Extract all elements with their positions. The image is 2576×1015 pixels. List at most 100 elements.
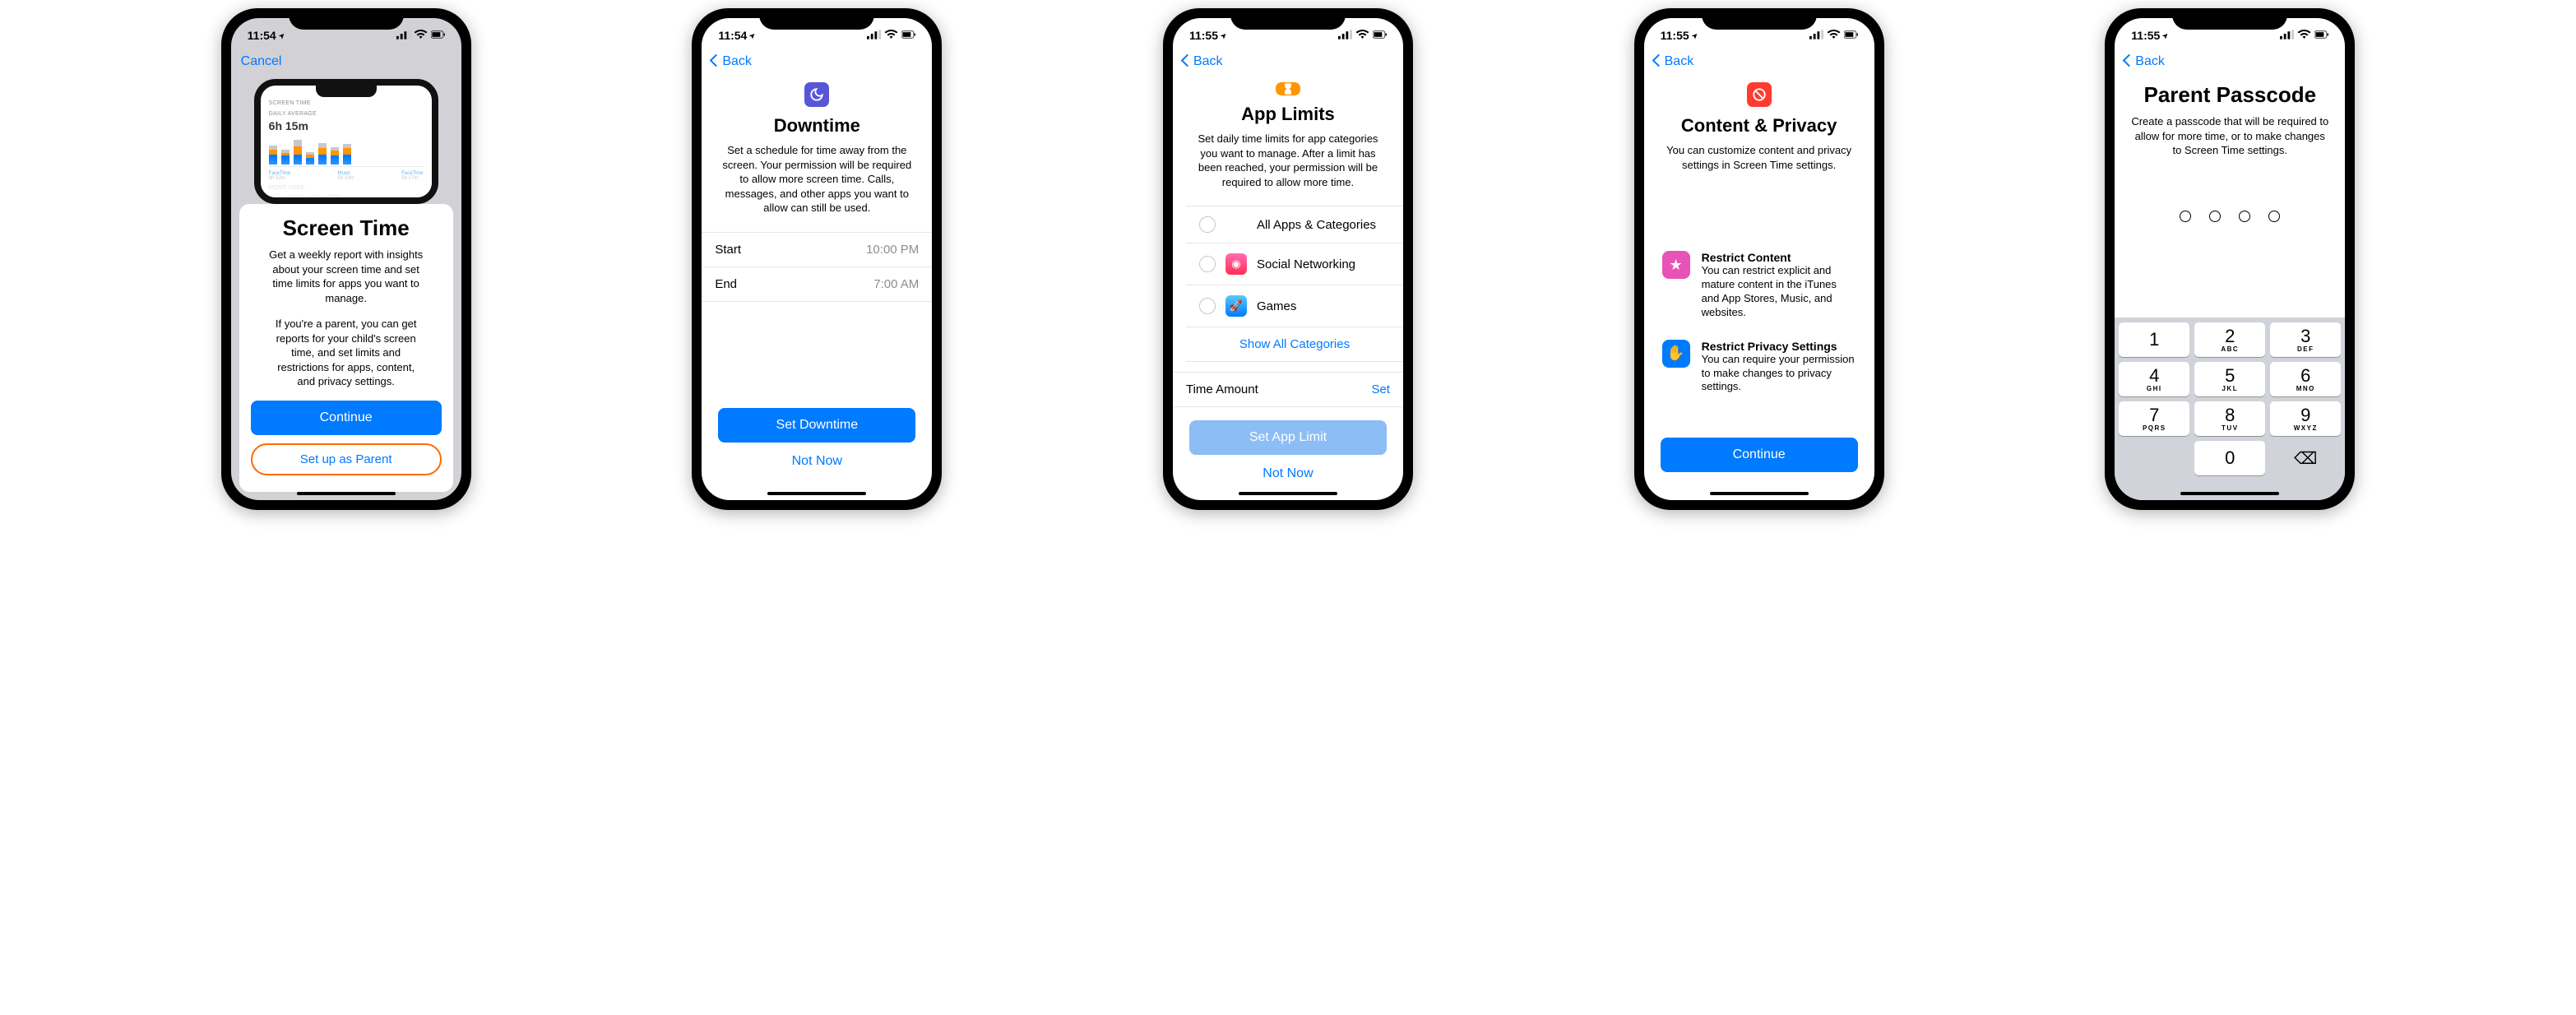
back-button[interactable]: Back <box>2124 54 2165 69</box>
home-indicator[interactable] <box>2180 492 2279 495</box>
radio-icon[interactable] <box>1199 216 1216 233</box>
signal-icon <box>1809 29 1823 42</box>
continue-button[interactable]: Continue <box>1661 438 1858 472</box>
number-keypad: 1 2ABC 3DEF 4GHI 5JKL 6MNO 7PQRS 8TUV 9W… <box>2115 317 2345 500</box>
feature-title: Restrict Content <box>1702 251 1856 264</box>
not-now-button[interactable]: Not Now <box>1189 463 1387 484</box>
passcode-dot <box>2180 211 2191 222</box>
signal-icon <box>2280 29 2294 42</box>
home-indicator[interactable] <box>297 492 396 495</box>
wifi-icon <box>884 29 898 42</box>
app-limits-icon <box>1276 82 1300 95</box>
set-downtime-button[interactable]: Set Downtime <box>718 408 915 443</box>
time-amount-list: Time Amount Set <box>1173 372 1403 407</box>
row-label: End <box>715 277 737 291</box>
show-all-button[interactable]: Show All Categories <box>1186 327 1403 361</box>
chevron-left-icon <box>1654 54 1665 69</box>
radio-icon[interactable] <box>1199 298 1216 314</box>
status-time: 11:55 <box>1189 29 1218 42</box>
page-desc-2: If you're a parent, you can get reports … <box>251 317 442 401</box>
page-desc: Set daily time limits for app categories… <box>1173 132 1403 201</box>
back-button[interactable]: Back <box>711 54 752 69</box>
location-icon <box>1690 29 1700 43</box>
page-desc: Create a passcode that will be required … <box>2115 114 2345 169</box>
nav-bar: Back <box>1173 48 1403 76</box>
passcode-dots <box>2115 211 2345 222</box>
page-title: Parent Passcode <box>2115 82 2345 114</box>
status-time: 11:55 <box>1661 29 1689 42</box>
feature-desc: You can restrict explicit and mature con… <box>1702 264 1856 320</box>
page-title: Content & Privacy <box>1644 115 1874 143</box>
category-list: All Apps & Categories ◉ Social Networkin… <box>1186 206 1403 362</box>
feature-row: ✋ Restrict Privacy Settings You can requ… <box>1644 330 1874 405</box>
back-button[interactable]: Back <box>1183 54 1223 69</box>
chevron-left-icon <box>711 54 722 69</box>
set-app-limit-button[interactable]: Set App Limit <box>1189 420 1387 455</box>
home-indicator[interactable] <box>1239 492 1337 495</box>
hand-icon: ✋ <box>1662 340 1690 368</box>
nav-bar: Back <box>1644 48 1874 76</box>
end-row[interactable]: End 7:00 AM <box>702 266 932 301</box>
wifi-icon <box>1355 29 1369 42</box>
backspace-icon: ⌫ <box>2294 448 2317 469</box>
category-label: Social Networking <box>1257 257 1355 271</box>
key-0[interactable]: 0 <box>2194 441 2265 475</box>
radio-icon[interactable] <box>1199 256 1216 272</box>
key-7[interactable]: 7PQRS <box>2119 401 2189 436</box>
status-time: 11:54 <box>718 29 747 42</box>
key-1[interactable]: 1 <box>2119 322 2189 357</box>
row-value: 7:00 AM <box>873 277 919 291</box>
home-indicator[interactable] <box>1710 492 1809 495</box>
feature-title: Restrict Privacy Settings <box>1702 340 1856 353</box>
key-8[interactable]: 8TUV <box>2194 401 2265 436</box>
key-delete[interactable]: ⌫ <box>2270 441 2341 475</box>
page-desc: You can customize content and privacy se… <box>1644 143 1874 183</box>
home-indicator[interactable] <box>767 492 866 495</box>
not-now-button[interactable]: Not Now <box>718 451 915 472</box>
back-button[interactable]: Back <box>1654 54 1694 69</box>
key-4[interactable]: 4GHI <box>2119 362 2189 396</box>
key-5[interactable]: 5JKL <box>2194 362 2265 396</box>
nav-bar: Back <box>702 48 932 76</box>
passcode-dot <box>2209 211 2221 222</box>
time-amount-row[interactable]: Time Amount Set <box>1173 373 1403 406</box>
wifi-icon <box>414 29 428 42</box>
signal-icon <box>396 29 410 42</box>
page-title: Downtime <box>702 115 932 143</box>
key-9[interactable]: 9WXYZ <box>2270 401 2341 436</box>
page-title: Screen Time <box>251 216 442 248</box>
key-2[interactable]: 2ABC <box>2194 322 2265 357</box>
star-icon: ★ <box>1662 251 1690 279</box>
battery-icon <box>1373 29 1387 42</box>
battery-icon <box>431 29 445 42</box>
key-6[interactable]: 6MNO <box>2270 362 2341 396</box>
feature-row: ★ Restrict Content You can restrict expl… <box>1644 241 1874 330</box>
start-row[interactable]: Start 10:00 PM <box>702 233 932 266</box>
phone-screen-4: 11:55 Back Content & Privacy You can cus… <box>1634 8 1884 510</box>
phone-screen-5: 11:55 Back Parent Passcode Create a pass… <box>2105 8 2355 510</box>
cancel-button[interactable]: Cancel <box>241 54 282 69</box>
signal-icon <box>1338 29 1352 42</box>
status-time: 11:55 <box>2131 29 2160 42</box>
battery-icon <box>901 29 915 42</box>
setup-parent-button[interactable]: Set up as Parent <box>251 443 442 475</box>
category-row[interactable]: 🚀 Games <box>1186 285 1403 327</box>
row-value: Set <box>1371 382 1390 396</box>
continue-button[interactable]: Continue <box>251 401 442 435</box>
feature-desc: You can require your permission to make … <box>1702 353 1856 395</box>
preview-phone: SCREEN TIME Daily Average 6h 15m FaceTim… <box>254 79 438 204</box>
battery-icon <box>1844 29 1858 42</box>
location-icon <box>748 29 758 43</box>
games-icon: 🚀 <box>1225 295 1247 317</box>
page-desc: Get a weekly report with insights about … <box>251 248 442 317</box>
passcode-dot <box>2268 211 2280 222</box>
category-label: All Apps & Categories <box>1257 218 1376 232</box>
wifi-icon <box>2297 29 2311 42</box>
nav-bar: Back <box>2115 48 2345 76</box>
key-3[interactable]: 3DEF <box>2270 322 2341 357</box>
content-privacy-icon <box>1747 82 1772 107</box>
category-row[interactable]: All Apps & Categories <box>1186 206 1403 243</box>
phone-screen-1: 11:54 Cancel SCREEN TIME Dai <box>221 8 471 510</box>
location-icon <box>2161 29 2171 43</box>
category-row[interactable]: ◉ Social Networking <box>1186 243 1403 285</box>
